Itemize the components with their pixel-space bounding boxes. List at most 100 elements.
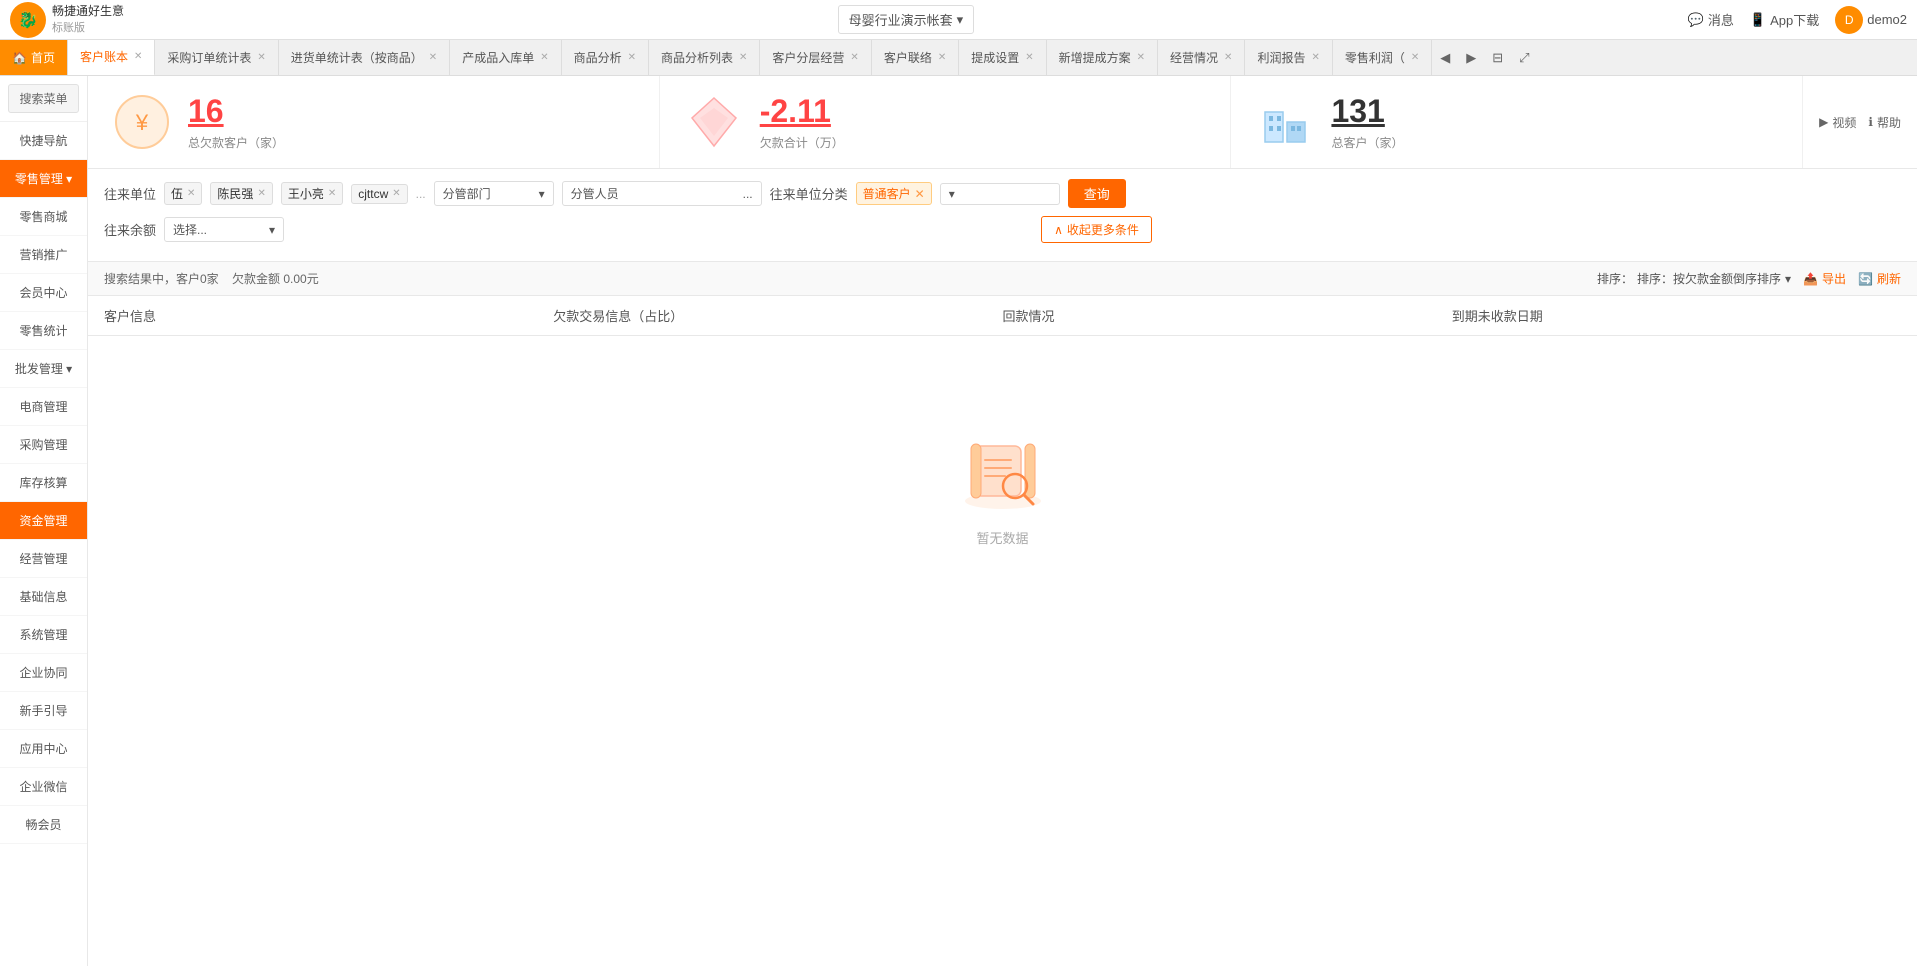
sidebar-item-retail-shop[interactable]: 零售商城 — [0, 198, 87, 236]
stat-total-customers: 131 总客户（家） — [1231, 76, 1803, 168]
tab-new-promotion-plan-close[interactable]: ✕ — [1137, 52, 1145, 63]
tab-retail-profit[interactable]: 零售利润（ ✕ — [1333, 40, 1432, 76]
tab-product-analysis[interactable]: 商品分析 ✕ — [562, 40, 649, 76]
tab-home-label: 首页 — [31, 49, 55, 66]
sidebar: 搜索菜单 快捷导航 零售管理 ▾ 零售商城 营销推广 会员中心 零售统计 批发管… — [0, 76, 88, 966]
video-btn[interactable]: ▶ 视频 — [1819, 114, 1856, 131]
tab-product-analysis-list-close[interactable]: ✕ — [739, 52, 747, 63]
tab-accounts[interactable]: 客户账本 ✕ — [68, 40, 155, 76]
tab-business-status[interactable]: 经营情况 ✕ — [1158, 40, 1245, 76]
tab-customer-layer-close[interactable]: ✕ — [850, 52, 858, 63]
query-btn[interactable]: 查询 — [1068, 179, 1126, 208]
tab-next-btn[interactable]: ▶ — [1458, 40, 1484, 76]
sidebar-item-retail[interactable]: 零售管理 ▾ — [0, 160, 87, 198]
tab-collapse-btn[interactable]: ⊟ — [1484, 40, 1511, 76]
sidebar-item-retail-stats[interactable]: 零售统计 — [0, 312, 87, 350]
sidebar-search-area: 搜索菜单 — [0, 76, 87, 122]
sidebar-item-ecommerce[interactable]: 电商管理 — [0, 388, 87, 426]
dept-select[interactable]: 分管部门 ▾ — [434, 181, 554, 206]
sidebar-item-wechat[interactable]: 企业微信 — [0, 768, 87, 806]
tab-production-close[interactable]: ✕ — [540, 52, 548, 63]
sidebar-item-enterprise[interactable]: 企业协同 — [0, 654, 87, 692]
filter-tag-chen-remove[interactable]: ✕ — [257, 188, 265, 199]
collapse-btn[interactable]: ∧ 收起更多条件 — [1041, 216, 1152, 243]
tab-accounts-label: 客户账本 — [80, 48, 128, 65]
filter-tag-wu: 伍 ✕ — [164, 182, 202, 205]
tab-promotion-settings-close[interactable]: ✕ — [1025, 52, 1033, 63]
col-customer-info: 客户信息 — [104, 306, 553, 325]
sidebar-item-member[interactable]: 会员中心 — [0, 274, 87, 312]
sidebar-item-system[interactable]: 系统管理 — [0, 616, 87, 654]
filter-more-btn[interactable]: ... — [416, 187, 426, 201]
sidebar-item-new-guide[interactable]: 新手引导 — [0, 692, 87, 730]
sidebar-item-finance[interactable]: 资金管理 — [0, 502, 87, 540]
tab-profit-report-close[interactable]: ✕ — [1311, 52, 1319, 63]
tab-customer-contact-close[interactable]: ✕ — [938, 52, 946, 63]
tab-purchase-stats-close[interactable]: ✕ — [429, 52, 437, 63]
help-btn[interactable]: ℹ 帮助 — [1868, 114, 1901, 131]
message-label: 消息 — [1708, 10, 1734, 29]
stat-overdue-customers-info: 16 总欠款客户（家） — [188, 93, 284, 151]
refresh-icon: 🔄 — [1858, 272, 1873, 286]
filter-tag-wang-text: 王小亮 — [288, 185, 324, 202]
tab-product-analysis-list[interactable]: 商品分析列表 ✕ — [649, 40, 760, 76]
workspace-selector[interactable]: 母婴行业演示帐套 ▾ — [838, 5, 975, 34]
results-right: 排序： 排序：按欠款金额倒序排序 ▾ 📤 导出 🔄 刷新 — [1597, 270, 1901, 287]
sidebar-item-purchase[interactable]: 采购管理 — [0, 426, 87, 464]
sidebar-item-marketing[interactable]: 营销推广 — [0, 236, 87, 274]
sort-select[interactable]: 排序： 排序：按欠款金额倒序排序 ▾ — [1597, 270, 1791, 287]
stat-overdue-customers: ¥ 16 总欠款客户（家） — [88, 76, 660, 168]
tab-customer-contact[interactable]: 客户联络 ✕ — [872, 40, 959, 76]
tab-production-label: 产成品入库单 — [462, 49, 534, 66]
app-download-btn[interactable]: 📱 App下载 — [1750, 10, 1819, 29]
stat-overdue-amount-info: -2.11 欠款合计（万） — [760, 93, 844, 151]
sidebar-item-inventory[interactable]: 库存核算 — [0, 464, 87, 502]
tab-prev-btn[interactable]: ◀ — [1432, 40, 1458, 76]
message-btn[interactable]: 💬 消息 — [1688, 10, 1734, 29]
sidebar-item-vip[interactable]: 畅会员 — [0, 806, 87, 844]
filter-area: 往来单位 伍 ✕ 陈民强 ✕ 王小亮 ✕ cjttcw ✕ ... — [88, 169, 1917, 262]
stat-overdue-amount-label: 欠款合计（万） — [760, 134, 844, 151]
sidebar-item-operations[interactable]: 经营管理 — [0, 540, 87, 578]
tab-expand-btn[interactable]: ⤢ — [1511, 40, 1537, 76]
coin-icon: ¥ — [112, 92, 172, 152]
user-menu[interactable]: D demo2 — [1835, 6, 1907, 34]
collapse-icon: ∧ — [1054, 223, 1063, 237]
tab-production[interactable]: 产成品入库单 ✕ — [450, 40, 561, 76]
tab-profit-report-label: 利润报告 — [1257, 49, 1305, 66]
category-tag-normal: 普通客户 ✕ — [856, 182, 932, 205]
filter-tag-wu-remove[interactable]: ✕ — [187, 188, 195, 199]
balance-select[interactable]: 选择... ▾ — [164, 217, 284, 242]
category-select[interactable]: ▾ — [940, 183, 1060, 205]
tab-home[interactable]: 🏠 首页 — [0, 40, 68, 76]
tab-purchase-stats[interactable]: 进货单统计表（按商品） ✕ — [279, 40, 450, 76]
tab-purchase-orders-close[interactable]: ✕ — [257, 52, 265, 63]
tab-purchase-orders[interactable]: 采购订单统计表 ✕ — [155, 40, 278, 76]
stats-row: ¥ 16 总欠款客户（家） -2.11 欠款合计（ — [88, 76, 1917, 169]
filter-tag-wang-remove[interactable]: ✕ — [328, 188, 336, 199]
category-tag-remove[interactable]: ✕ — [915, 187, 925, 201]
tab-new-promotion-plan-label: 新增提成方案 — [1059, 49, 1131, 66]
tab-accounts-close[interactable]: ✕ — [134, 51, 142, 62]
refresh-btn[interactable]: 🔄 刷新 — [1858, 270, 1901, 287]
tab-new-promotion-plan[interactable]: 新增提成方案 ✕ — [1047, 40, 1158, 76]
main-layout: 搜索菜单 快捷导航 零售管理 ▾ 零售商城 营销推广 会员中心 零售统计 批发管… — [0, 76, 1917, 966]
sidebar-item-basic-info[interactable]: 基础信息 — [0, 578, 87, 616]
col-overdue-date: 到期未收款日期 — [1452, 306, 1901, 325]
tab-customer-layer[interactable]: 客户分层经营 ✕ — [760, 40, 871, 76]
content-area: ¥ 16 总欠款客户（家） -2.11 欠款合计（ — [88, 76, 1917, 966]
search-menu-btn[interactable]: 搜索菜单 — [8, 84, 79, 113]
stat-overdue-customers-value: 16 — [188, 93, 284, 130]
sidebar-item-app-center[interactable]: 应用中心 — [0, 730, 87, 768]
tab-business-status-close[interactable]: ✕ — [1224, 52, 1232, 63]
person-select[interactable]: 分管人员 ... — [562, 181, 762, 206]
tab-retail-profit-close[interactable]: ✕ — [1411, 52, 1419, 63]
export-btn[interactable]: 📤 导出 — [1803, 270, 1846, 287]
tab-product-analysis-close[interactable]: ✕ — [628, 52, 636, 63]
sidebar-item-wholesale[interactable]: 批发管理 ▾ — [0, 350, 87, 388]
tab-promotion-settings[interactable]: 提成设置 ✕ — [959, 40, 1046, 76]
tab-bar: 🏠 首页 客户账本 ✕ 采购订单统计表 ✕ 进货单统计表（按商品） ✕ 产成品入… — [0, 40, 1917, 76]
sidebar-item-quick-nav[interactable]: 快捷导航 — [0, 122, 87, 160]
tab-profit-report[interactable]: 利润报告 ✕ — [1245, 40, 1332, 76]
filter-tag-cjttcw-remove[interactable]: ✕ — [392, 188, 400, 199]
